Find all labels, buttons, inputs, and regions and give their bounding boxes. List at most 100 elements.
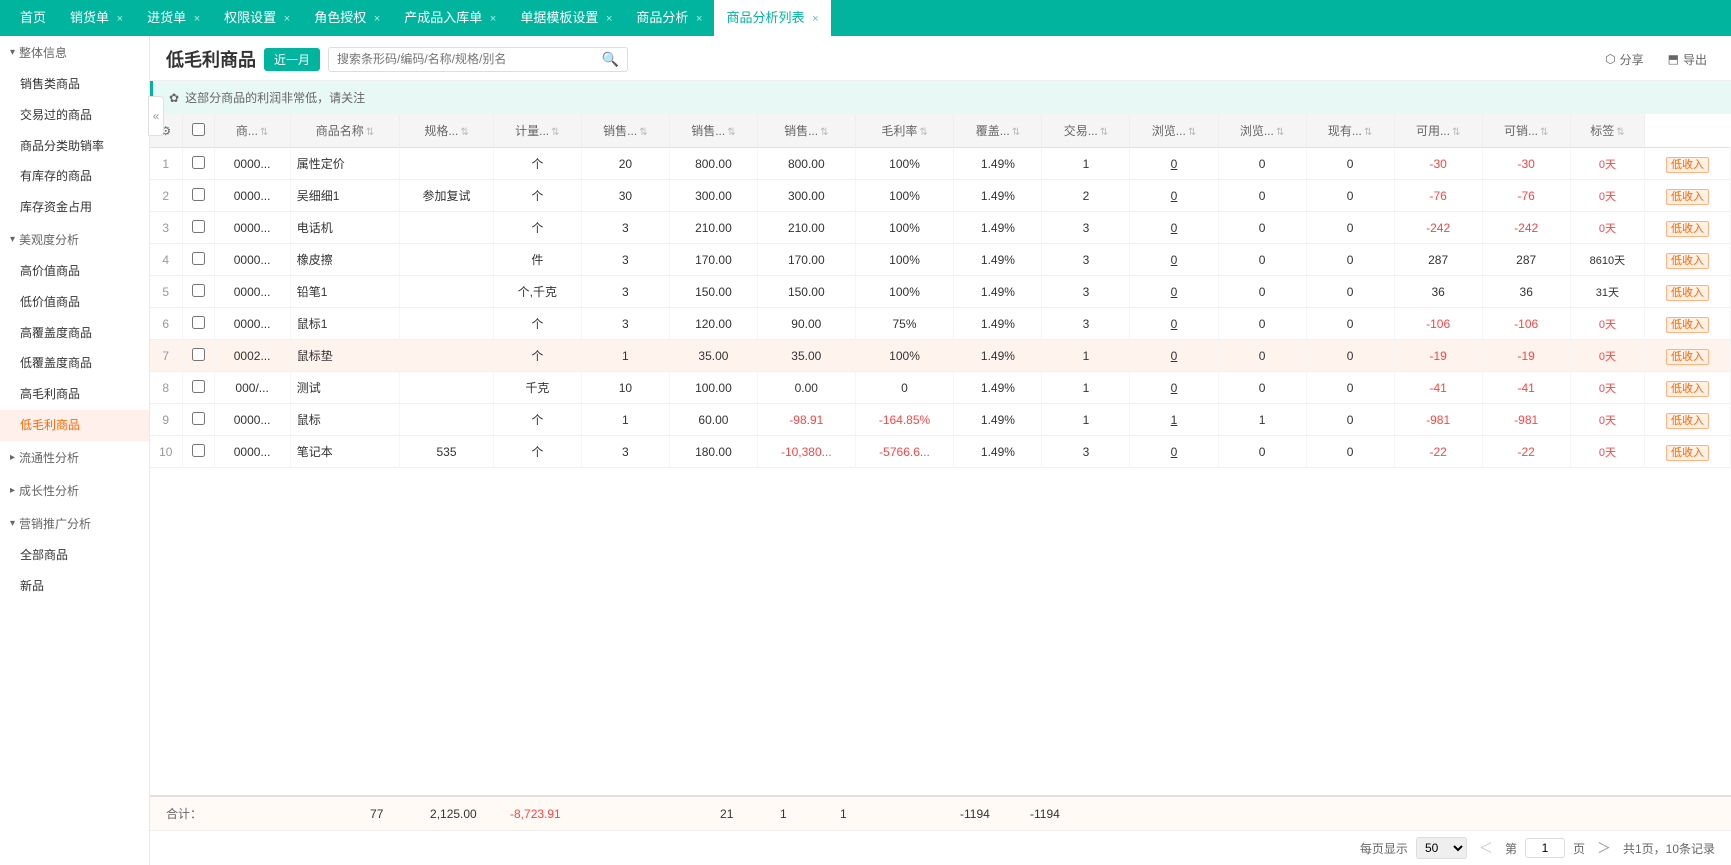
row-select-checkbox[interactable] <box>192 444 205 457</box>
sidebar-item-high-value[interactable]: 高价值商品 <box>0 256 149 287</box>
col-code[interactable]: 商...⇅ <box>214 114 290 148</box>
nav-product-analysis-list[interactable]: 商品分析列表 × <box>714 0 830 36</box>
sidebar-item-low-coverage[interactable]: 低覆盖度商品 <box>0 348 149 379</box>
col-price[interactable]: 销售...⇅ <box>669 114 757 148</box>
sidebar-section-marketing[interactable]: ▾ 营销推广分析 <box>0 507 149 540</box>
row-checkbox[interactable] <box>182 436 214 468</box>
row-select-checkbox[interactable] <box>192 220 205 233</box>
col-qty[interactable]: 销售...⇅ <box>581 114 669 148</box>
sidebar-collapse-btn[interactable]: « <box>148 96 164 136</box>
row-select-checkbox[interactable] <box>192 348 205 361</box>
row-name[interactable]: 电话机 <box>290 212 400 244</box>
nav-roles[interactable]: 角色授权 × <box>302 0 392 36</box>
nav-product-analysis[interactable]: 商品分析 × <box>624 0 714 36</box>
row-trade[interactable]: 0 <box>1130 372 1218 404</box>
sidebar-item-low-margin[interactable]: 低毛利商品 <box>0 410 149 441</box>
row-checkbox[interactable] <box>182 212 214 244</box>
col-sellable[interactable]: 可销...⇅ <box>1482 114 1570 148</box>
col-browse1[interactable]: 浏览...⇅ <box>1130 114 1218 148</box>
col-available[interactable]: 可用...⇅ <box>1394 114 1482 148</box>
row-select-checkbox[interactable] <box>192 380 205 393</box>
row-trade[interactable]: 0 <box>1130 244 1218 276</box>
share-button[interactable]: ⬡ 分享 <box>1597 47 1652 72</box>
col-browse2[interactable]: 浏览...⇅ <box>1218 114 1306 148</box>
row-name[interactable]: 笔记本 <box>290 436 400 468</box>
close-icon[interactable]: × <box>696 13 702 25</box>
sidebar-item-sales-products[interactable]: 销售类商品 <box>0 69 149 100</box>
row-checkbox[interactable] <box>182 244 214 276</box>
per-page-select[interactable]: 50 20 100 <box>1416 837 1467 859</box>
row-trade[interactable]: 0 <box>1130 148 1218 180</box>
col-stock[interactable]: 现有...⇅ <box>1306 114 1394 148</box>
next-page-btn[interactable]: ＞ <box>1593 838 1615 858</box>
row-checkbox[interactable] <box>182 372 214 404</box>
close-icon[interactable]: × <box>374 13 380 25</box>
row-checkbox[interactable] <box>182 148 214 180</box>
row-select-checkbox[interactable] <box>192 284 205 297</box>
close-icon[interactable]: × <box>284 13 290 25</box>
page-number-input[interactable] <box>1525 838 1565 858</box>
sidebar-item-traded-products[interactable]: 交易过的商品 <box>0 100 149 131</box>
col-margin[interactable]: 毛利率⇅ <box>855 114 954 148</box>
export-button[interactable]: ⬒ 导出 <box>1660 47 1715 72</box>
sidebar-item-in-stock[interactable]: 有库存的商品 <box>0 161 149 192</box>
time-filter-button[interactable]: 近一月 <box>264 48 320 71</box>
row-name[interactable]: 铅笔1 <box>290 276 400 308</box>
row-checkbox[interactable] <box>182 308 214 340</box>
row-select-checkbox[interactable] <box>192 252 205 265</box>
row-checkbox[interactable] <box>182 340 214 372</box>
select-all-checkbox[interactable] <box>192 123 205 136</box>
close-icon[interactable]: × <box>117 13 123 25</box>
row-select-checkbox[interactable] <box>192 188 205 201</box>
sidebar-item-low-value[interactable]: 低价值商品 <box>0 287 149 318</box>
sidebar-item-new-products[interactable]: 新品 <box>0 571 149 602</box>
sidebar-section-liquidity[interactable]: ▸ 流通性分析 <box>0 441 149 474</box>
row-select-checkbox[interactable] <box>192 412 205 425</box>
prev-page-btn[interactable]: ＜ <box>1475 838 1497 858</box>
row-name[interactable]: 鼠标1 <box>290 308 400 340</box>
nav-sales[interactable]: 销货单 × <box>58 0 135 36</box>
nav-template-settings[interactable]: 单据模板设置 × <box>508 0 624 36</box>
col-checkbox[interactable] <box>182 114 214 148</box>
sidebar-item-all-products[interactable]: 全部商品 <box>0 540 149 571</box>
sidebar-item-capital[interactable]: 库存资金占用 <box>0 192 149 223</box>
col-tag[interactable]: 标签⇅ <box>1570 114 1644 148</box>
col-sale-amt[interactable]: 销售...⇅ <box>757 114 855 148</box>
col-trade[interactable]: 交易...⇅ <box>1042 114 1130 148</box>
sidebar-item-category-rate[interactable]: 商品分类助销率 <box>0 131 149 162</box>
sidebar-section-overall[interactable]: ▾ 整体信息 <box>0 36 149 69</box>
row-name[interactable]: 属性定价 <box>290 148 400 180</box>
col-spec[interactable]: 规格...⇅ <box>400 114 494 148</box>
row-name[interactable]: 吴细细1 <box>290 180 400 212</box>
nav-home[interactable]: 首页 <box>8 0 58 36</box>
sidebar-section-growth[interactable]: ▸ 成长性分析 <box>0 474 149 507</box>
row-trade[interactable]: 1 <box>1130 404 1218 436</box>
col-coverage[interactable]: 覆盖...⇅ <box>954 114 1042 148</box>
close-icon[interactable]: × <box>812 13 818 25</box>
row-select-checkbox[interactable] <box>192 156 205 169</box>
row-trade[interactable]: 0 <box>1130 340 1218 372</box>
search-icon[interactable]: 🔍 <box>602 51 619 68</box>
close-icon[interactable]: × <box>490 13 496 25</box>
sidebar-section-aesthetics[interactable]: ▾ 美观度分析 <box>0 223 149 256</box>
close-icon[interactable]: × <box>194 13 200 25</box>
nav-purchase[interactable]: 进货单 × <box>135 0 212 36</box>
col-name[interactable]: 商品名称⇅ <box>290 114 400 148</box>
row-trade[interactable]: 0 <box>1130 276 1218 308</box>
row-name[interactable]: 鼠标 <box>290 404 400 436</box>
close-icon[interactable]: × <box>606 13 612 25</box>
row-trade[interactable]: 0 <box>1130 308 1218 340</box>
row-trade[interactable]: 0 <box>1130 436 1218 468</box>
sidebar-item-high-coverage[interactable]: 高覆盖度商品 <box>0 318 149 349</box>
row-trade[interactable]: 0 <box>1130 212 1218 244</box>
row-name[interactable]: 鼠标垫 <box>290 340 400 372</box>
row-select-checkbox[interactable] <box>192 316 205 329</box>
sidebar-item-high-margin[interactable]: 高毛利商品 <box>0 379 149 410</box>
row-name[interactable]: 橡皮擦 <box>290 244 400 276</box>
nav-permissions[interactable]: 权限设置 × <box>212 0 302 36</box>
row-checkbox[interactable] <box>182 276 214 308</box>
col-unit[interactable]: 计量...⇅ <box>493 114 581 148</box>
nav-products-import[interactable]: 产成品入库单 × <box>392 0 508 36</box>
search-input[interactable] <box>337 52 602 66</box>
row-trade[interactable]: 0 <box>1130 180 1218 212</box>
